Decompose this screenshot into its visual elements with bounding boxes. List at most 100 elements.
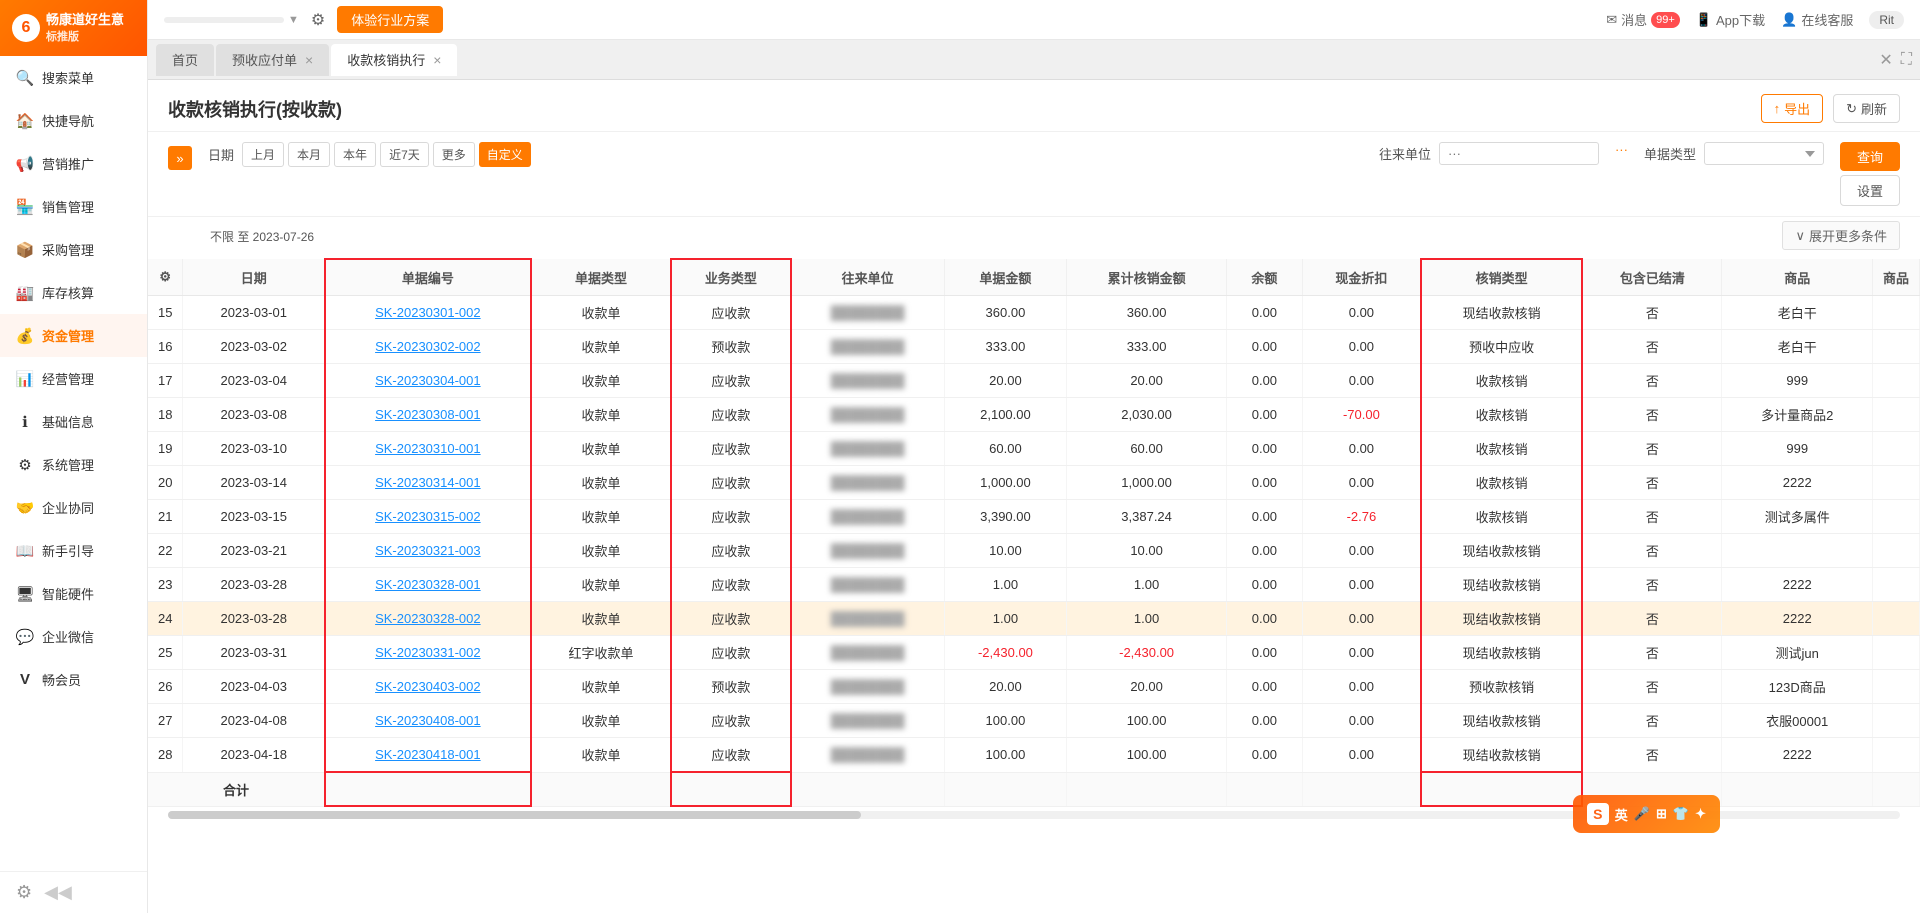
- sidebar-item-label: 基础信息: [42, 412, 94, 431]
- app-version: 标推版: [46, 28, 124, 44]
- app-download-button[interactable]: 📱 App下载: [1696, 10, 1765, 29]
- close-all-icon[interactable]: ✕: [1879, 50, 1892, 70]
- doc-link[interactable]: SK-20230302-002: [375, 339, 481, 354]
- sidebar-item-quicknav[interactable]: 🏠 快捷导航: [0, 99, 147, 142]
- cell-amount: 20.00: [944, 364, 1067, 398]
- sidebar-item-inventory[interactable]: 🏭 库存核算: [0, 271, 147, 314]
- sidebar-item-system[interactable]: ⚙ 系统管理: [0, 443, 147, 486]
- cell-date: 2023-03-14: [183, 466, 325, 500]
- cell-partner: ████████: [791, 704, 945, 738]
- cell-date: 2023-03-10: [183, 432, 325, 466]
- cell-balance: 0.00: [1226, 568, 1302, 602]
- sidebar-item-sales[interactable]: 🏪 销售管理: [0, 185, 147, 228]
- gear-icon[interactable]: ⚙: [311, 10, 325, 30]
- filter-settings-button[interactable]: 设置: [1840, 175, 1900, 206]
- cell-product1: [1722, 534, 1873, 568]
- doc-link[interactable]: SK-20230328-001: [375, 577, 481, 592]
- more-date-btn[interactable]: 更多: [433, 142, 475, 167]
- doc-link[interactable]: SK-20230301-002: [375, 305, 481, 320]
- query-button[interactable]: 查询: [1840, 142, 1900, 171]
- doc-link[interactable]: SK-20230408-001: [375, 713, 481, 728]
- table-container[interactable]: ⚙ 日期 单据编号 单据类型 业务类型 往来单位 单据金额 累计核销金额 余额 …: [148, 258, 1920, 913]
- last-month-btn[interactable]: 上月: [242, 142, 284, 167]
- cell-balance: 0.00: [1226, 534, 1302, 568]
- doc-link[interactable]: SK-20230315-002: [375, 509, 481, 524]
- column-settings[interactable]: ⚙: [148, 259, 183, 296]
- cell-date: 2023-03-21: [183, 534, 325, 568]
- custom-date-btn[interactable]: 自定义: [479, 142, 531, 167]
- col-docno: 单据编号: [325, 259, 531, 296]
- sidebar-item-base[interactable]: ℹ 基础信息: [0, 400, 147, 443]
- sidebar-item-guide[interactable]: 📖 新手引导: [0, 529, 147, 572]
- user-name[interactable]: Rit: [1869, 11, 1904, 29]
- refresh-button[interactable]: ↻ 刷新: [1833, 94, 1900, 123]
- sidebar-item-hardware[interactable]: 🖥 智能硬件: [0, 572, 147, 615]
- cell-date: 2023-04-18: [183, 738, 325, 773]
- store-selector[interactable]: ▼: [164, 14, 299, 26]
- cell-doctype: 红字收款单: [531, 636, 671, 670]
- cell-writeoff-type: 收款核销: [1421, 466, 1582, 500]
- sidebar-item-wechat[interactable]: 💬 企业微信: [0, 615, 147, 658]
- cell-partner: ████████: [791, 432, 945, 466]
- doc-link[interactable]: SK-20230310-001: [375, 441, 481, 456]
- sidebar-item-purchase[interactable]: 📦 采购管理: [0, 228, 147, 271]
- tab-close-icon[interactable]: ×: [433, 52, 441, 68]
- trial-button[interactable]: 体验行业方案: [337, 6, 443, 33]
- expand-more-button[interactable]: ∨ 展开更多条件: [1782, 221, 1900, 250]
- cell-product2: [1872, 398, 1919, 432]
- cell-docno: SK-20230310-001: [325, 432, 531, 466]
- cell-writeoff-type: 现结收款核销: [1421, 534, 1582, 568]
- doc-link[interactable]: SK-20230331-002: [375, 645, 481, 660]
- cell-partner: ████████: [791, 500, 945, 534]
- doc-link[interactable]: SK-20230328-002: [375, 611, 481, 626]
- this-year-btn[interactable]: 本年: [334, 142, 376, 167]
- doctype-select[interactable]: 收款单 红字收款单: [1704, 142, 1824, 165]
- cell-product1: 多计量商品2: [1722, 398, 1873, 432]
- doc-link[interactable]: SK-20230403-002: [375, 679, 481, 694]
- sidebar-item-finance[interactable]: 💰 资金管理: [0, 314, 147, 357]
- cell-biztype: 应收款: [671, 636, 790, 670]
- filter-expand-button[interactable]: »: [168, 146, 192, 170]
- sidebar-item-cooperation[interactable]: 🤝 企业协同: [0, 486, 147, 529]
- tab-home[interactable]: 首页: [156, 44, 214, 76]
- settings-icon[interactable]: ⚙: [16, 882, 32, 903]
- sidebar-item-marketing[interactable]: 📢 营销推广: [0, 142, 147, 185]
- doc-link[interactable]: SK-20230418-001: [375, 747, 481, 762]
- doc-link[interactable]: SK-20230314-001: [375, 475, 481, 490]
- tab-writeoff[interactable]: 收款核销执行 ×: [331, 44, 457, 76]
- cell-writeoff-amount: 60.00: [1067, 432, 1227, 466]
- cell-product2: [1872, 670, 1919, 704]
- customer-input[interactable]: [1439, 142, 1599, 165]
- cell-cash-discount: 0.00: [1302, 432, 1421, 466]
- doc-link[interactable]: SK-20230308-001: [375, 407, 481, 422]
- doc-link[interactable]: SK-20230321-003: [375, 543, 481, 558]
- cell-docno: SK-20230418-001: [325, 738, 531, 773]
- cell-balance: 0.00: [1226, 670, 1302, 704]
- export-button[interactable]: ↑ 导出: [1761, 94, 1824, 123]
- doc-link[interactable]: SK-20230304-001: [375, 373, 481, 388]
- col-date: 日期: [183, 259, 325, 296]
- tab-close-icon[interactable]: ×: [305, 52, 313, 68]
- expand-icon[interactable]: ⛶: [1901, 51, 1912, 69]
- sidebar-item-member[interactable]: V 畅会员: [0, 658, 147, 701]
- messages-button[interactable]: ✉ 消息 99+: [1606, 10, 1680, 29]
- cell-product2: [1872, 432, 1919, 466]
- online-service-button[interactable]: 👤 在线客服: [1781, 10, 1853, 29]
- sidebar-item-search[interactable]: 🔍 搜索菜单: [0, 56, 147, 99]
- cell-amount: 60.00: [944, 432, 1067, 466]
- sidebar-item-operations[interactable]: 📊 经营管理: [0, 357, 147, 400]
- filter-more-dots[interactable]: ···: [1615, 142, 1628, 157]
- logo-icon: 6: [12, 14, 40, 42]
- collapse-icon[interactable]: ◀◀: [44, 882, 72, 903]
- cell-cash-discount: 0.00: [1302, 568, 1421, 602]
- cell-doctype: 收款单: [531, 398, 671, 432]
- last-7days-btn[interactable]: 近7天: [380, 142, 429, 167]
- cell-docno: SK-20230331-002: [325, 636, 531, 670]
- cell-biztype: 预收款: [671, 330, 790, 364]
- this-month-btn[interactable]: 本月: [288, 142, 330, 167]
- cell-product2: [1872, 738, 1919, 773]
- table-row: 17 2023-03-04 SK-20230304-001 收款单 应收款 ██…: [148, 364, 1920, 398]
- tab-receivable[interactable]: 预收应付单 ×: [216, 44, 329, 76]
- table-scrollbar[interactable]: [168, 811, 1900, 819]
- sidebar-item-label: 企业微信: [42, 627, 94, 646]
